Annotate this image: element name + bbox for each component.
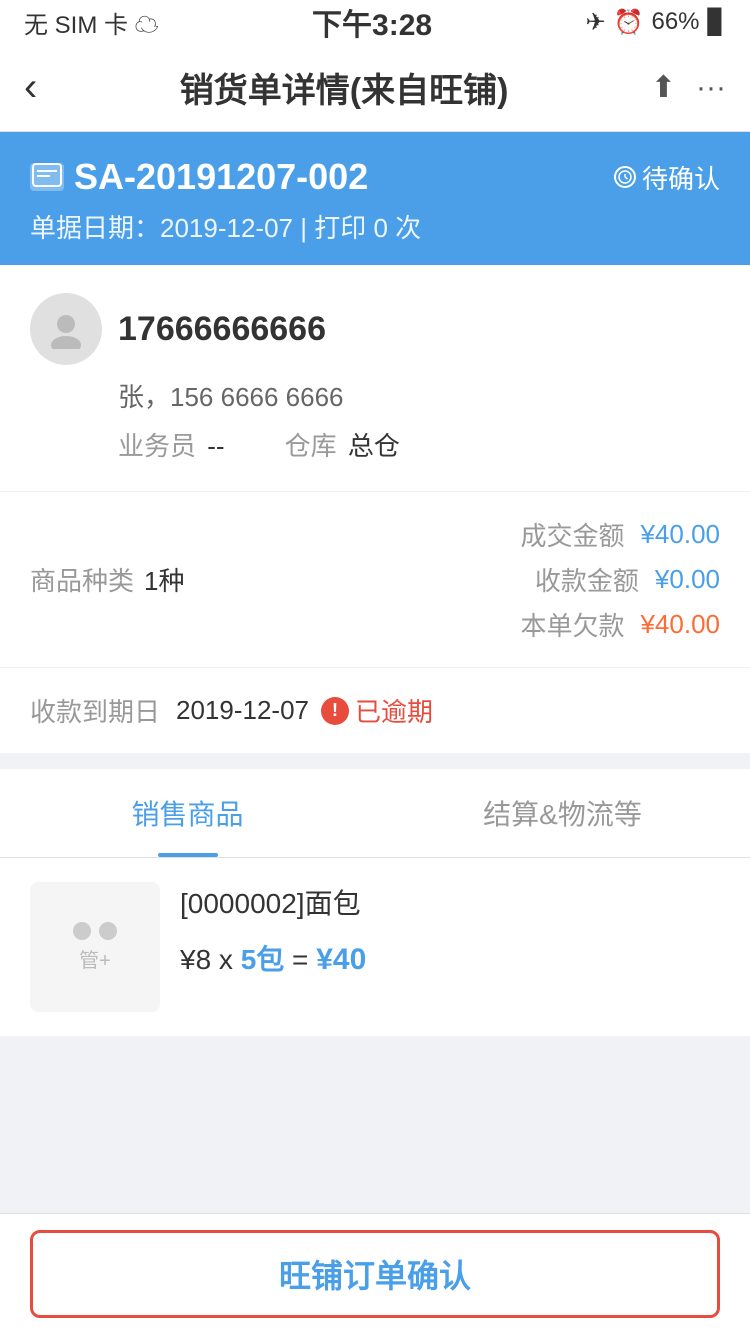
product-type-field: 商品种类 1种 — [30, 516, 520, 643]
order-status-text: 待确认 — [642, 159, 720, 196]
order-id: SA-20191207-002 — [30, 156, 368, 198]
received-amount-row: 收款金额 ¥0.00 — [535, 561, 720, 598]
tabs-bar: 销售商品 结算&物流等 — [0, 769, 750, 858]
logo-eye-right — [99, 922, 117, 940]
customer-phone: 17666666666 — [118, 310, 326, 349]
product-logo: 管+ — [73, 922, 117, 973]
status-left: 无 SIM 卡 ☁ — [24, 5, 159, 40]
logo-eye-left — [73, 922, 91, 940]
warehouse-label: 仓库 — [285, 431, 337, 461]
alarm-icon: ⏰ — [614, 8, 644, 37]
due-date-label: 收款到期日 — [30, 692, 160, 729]
order-status-badge: 待确认 — [614, 159, 720, 196]
confirm-order-button[interactable]: 旺铺订单确认 — [30, 1230, 720, 1318]
deal-amount-row: 成交金额 ¥40.00 — [520, 516, 720, 553]
order-date: 单据日期：2019-12-07 | 打印 0 次 — [30, 208, 720, 245]
tab-sales-label: 销售商品 — [131, 793, 243, 833]
owed-value: ¥40.00 — [640, 609, 720, 640]
type-label: 商品种类 — [30, 561, 134, 598]
page-title: 销货单详情(来自旺铺) — [180, 63, 509, 112]
product-price: ¥8 x 5包 = ¥40 — [180, 938, 720, 978]
tab-sales-products[interactable]: 销售商品 — [0, 769, 375, 857]
battery-icon: ▊ — [708, 8, 726, 37]
owed-amount-row: 本单欠款 ¥40.00 — [520, 606, 720, 643]
warehouse-field: 仓库 总仓 — [285, 426, 400, 463]
bottom-bar: 旺铺订单确认 — [0, 1213, 750, 1334]
amounts-section: 成交金额 ¥40.00 收款金额 ¥0.00 本单欠款 ¥40.00 — [520, 516, 720, 643]
order-header-card: SA-20191207-002 待确认 单据日期：2019-12-07 | 打印… — [0, 132, 750, 265]
due-date-section: 收款到期日 2019-12-07 ! 已逾期 — [0, 668, 750, 753]
customer-name-phone: 张，156 6666 6666 — [118, 377, 720, 414]
product-section: 管+ [0000002]面包 ¥8 x 5包 = ¥40 — [0, 858, 750, 1036]
overdue-icon: ! — [321, 697, 349, 725]
tab-settlement[interactable]: 结算&物流等 — [375, 769, 750, 857]
tab-settlement-label: 结算&物流等 — [483, 793, 642, 833]
owed-label: 本单欠款 — [520, 606, 624, 643]
product-info: [0000002]面包 ¥8 x 5包 = ¥40 — [180, 882, 720, 978]
nav-actions: ⬆ ··· — [651, 70, 726, 105]
deal-amount-label: 成交金额 — [520, 516, 624, 553]
order-header-top: SA-20191207-002 待确认 — [30, 156, 720, 198]
status-right: ✈ ⏰ 66% ▊ — [585, 8, 726, 37]
back-button[interactable]: ‹ — [24, 65, 37, 110]
salesperson-label: 业务员 — [118, 431, 196, 461]
logo-text: 管+ — [79, 944, 111, 973]
warehouse-value: 总仓 — [348, 431, 400, 461]
battery-level: 66% — [651, 8, 699, 36]
received-label: 收款金额 — [535, 561, 639, 598]
nav-bar: ‹ 销货单详情(来自旺铺) ⬆ ··· — [0, 44, 750, 132]
location-icon: ✈ — [585, 8, 605, 37]
status-time: 下午3:28 — [312, 0, 432, 44]
status-clock-icon — [614, 166, 636, 188]
customer-meta: 业务员 -- 仓库 总仓 — [118, 426, 720, 463]
more-button[interactable]: ··· — [696, 71, 726, 105]
sim-status: 无 SIM 卡 ☁ — [24, 5, 159, 40]
deal-amount-value: ¥40.00 — [640, 519, 720, 550]
type-value: 1种 — [144, 561, 184, 598]
order-icon — [30, 163, 64, 191]
price-eq: = — [284, 944, 316, 975]
salesperson-value: -- — [207, 431, 224, 461]
overdue-text: 已逾期 — [355, 692, 433, 729]
overdue-badge: ! 已逾期 — [321, 692, 433, 729]
due-date-value: 2019-12-07 — [176, 695, 309, 726]
tab-active-indicator — [158, 853, 218, 857]
product-image: 管+ — [30, 882, 160, 1012]
summary-section: 商品种类 1种 成交金额 ¥40.00 收款金额 ¥0.00 本单欠款 ¥40.… — [0, 492, 750, 667]
price-total: ¥40 — [316, 943, 366, 976]
status-bar: 无 SIM 卡 ☁ 下午3:28 ✈ ⏰ 66% ▊ — [0, 0, 750, 44]
logo-eyes — [73, 922, 117, 940]
share-button[interactable]: ⬆ — [651, 70, 676, 105]
received-value: ¥0.00 — [655, 564, 720, 595]
customer-section: 17666666666 张，156 6666 6666 业务员 -- 仓库 总仓 — [0, 265, 750, 491]
customer-row: 17666666666 — [30, 293, 720, 365]
price-base: ¥8 x — [180, 944, 241, 975]
salesperson-field: 业务员 -- — [118, 426, 225, 463]
order-id-text: SA-20191207-002 — [74, 156, 368, 198]
avatar — [30, 293, 102, 365]
product-name: [0000002]面包 — [180, 882, 720, 922]
price-qty: 5包 — [241, 944, 285, 975]
